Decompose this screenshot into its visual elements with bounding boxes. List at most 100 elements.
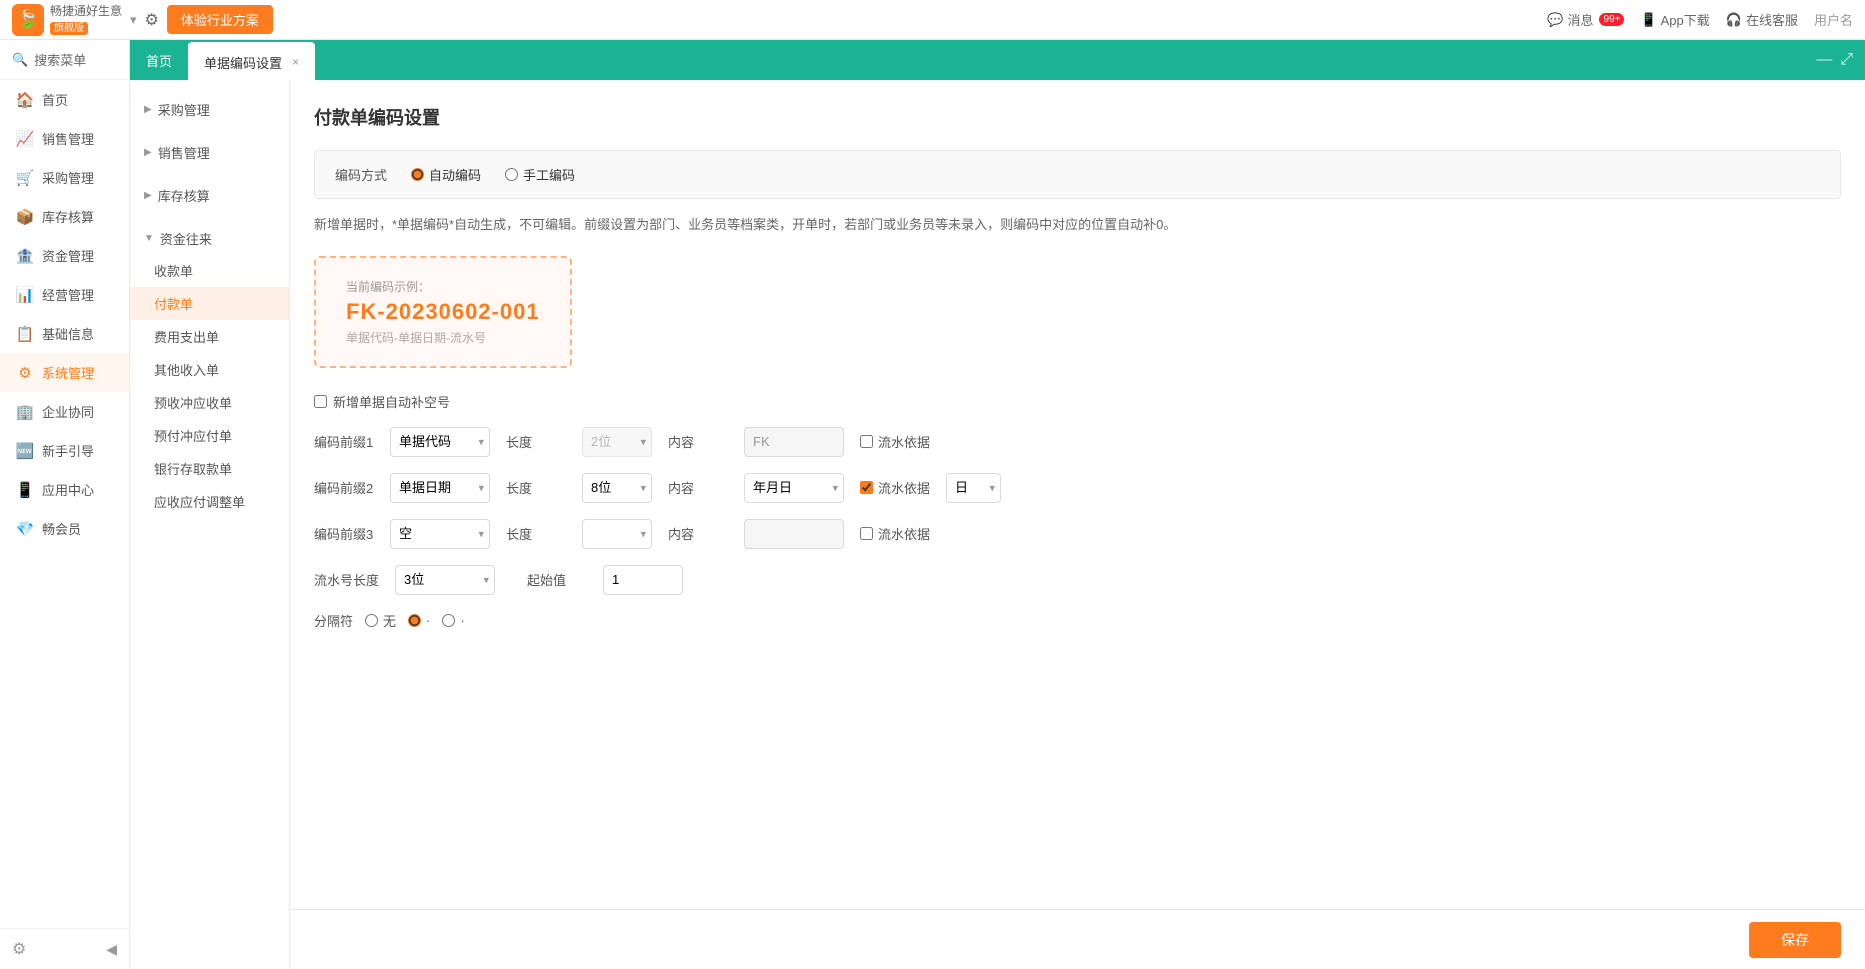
sub-sidebar-item-expense[interactable]: 费用支出单: [130, 320, 289, 353]
sales-icon: 📈: [16, 130, 34, 148]
sidebar-item-inventory[interactable]: 📦 库存核算: [0, 197, 129, 236]
user-info[interactable]: 用户名: [1814, 10, 1853, 29]
sidebar-settings-icon[interactable]: ⚙: [12, 939, 26, 959]
sidebar-item-label: 资金管理: [42, 246, 94, 265]
sidebar-item-basic[interactable]: 📋 基础信息: [0, 314, 129, 353]
separator-row: 分隔符 无 · ·: [314, 611, 1841, 630]
prefix2-select[interactable]: 单据日期 部门 业务员 空: [390, 473, 490, 503]
app-download-item[interactable]: 📱 App下载: [1640, 10, 1709, 29]
online-service-item[interactable]: 🎧 在线客服: [1726, 10, 1798, 29]
content1-input: [744, 427, 844, 457]
prefix1-select-wrapper[interactable]: 单据代码 部门 业务员 空: [390, 427, 490, 457]
sidebar-item-purchase[interactable]: 🛒 采购管理: [0, 158, 129, 197]
len1-label: 长度: [506, 432, 566, 451]
sidebar-item-guide[interactable]: 🆕 新手引导: [0, 431, 129, 470]
sep-none-radio[interactable]: 无: [365, 611, 396, 630]
watermark1-checkbox[interactable]: [860, 435, 873, 448]
content3-input[interactable]: [744, 519, 844, 549]
auto-fill-checkbox[interactable]: [314, 395, 327, 408]
sub-sidebar-item-advance-payment[interactable]: 预付冲应付单: [130, 419, 289, 452]
sub-sidebar-group-capital-title[interactable]: ▼ 资金往来: [130, 223, 289, 254]
sidebar-item-sales[interactable]: 📈 销售管理: [0, 119, 129, 158]
bottom-bar: 保存: [290, 909, 1865, 969]
sub-sidebar-group-inventory-title[interactable]: ▶ 库存核算: [130, 180, 289, 211]
day-select-wrapper[interactable]: 日 月 年: [946, 473, 1001, 503]
auto-encoding-radio[interactable]: 自动编码: [411, 165, 481, 184]
len3-select-wrapper[interactable]: [582, 519, 652, 549]
prefix3-select-wrapper[interactable]: 空 部门 业务员: [390, 519, 490, 549]
sub-sidebar-item-other-income[interactable]: 其他收入单: [130, 353, 289, 386]
sidebar-collapse-icon[interactable]: ◀: [106, 941, 117, 958]
sidebar-search[interactable]: 🔍 搜索菜单: [0, 40, 129, 80]
settings-icon[interactable]: ⚙: [145, 10, 159, 30]
sidebar-item-home[interactable]: 🏠 首页: [0, 80, 129, 119]
watermark2-checkbox-group: 流水依据: [860, 478, 930, 497]
prefix3-select[interactable]: 空 部门 业务员: [390, 519, 490, 549]
sidebar-item-label: 基础信息: [42, 324, 94, 343]
sep-none-input[interactable]: [365, 614, 378, 627]
sub-sidebar-item-adjustment[interactable]: 应收应付调整单: [130, 485, 289, 518]
arrow-down-icon: ▼: [144, 233, 154, 244]
content2-select-wrapper[interactable]: 年月日 年月 年: [744, 473, 844, 503]
right-panel: 首页 单据编码设置 × — ⤢ ▶ 采购管理: [130, 40, 1865, 969]
sidebar-item-finance[interactable]: 🏦 资金管理: [0, 236, 129, 275]
sidebar-item-operation[interactable]: 📊 经营管理: [0, 275, 129, 314]
tab-home[interactable]: 首页: [130, 40, 188, 80]
sub-sidebar-group-purchase-title[interactable]: ▶ 采购管理: [130, 94, 289, 125]
sep-dash-radio[interactable]: ·: [442, 613, 464, 628]
arrow-right-icon: ▶: [144, 104, 152, 115]
manual-encoding-radio[interactable]: 手工编码: [505, 165, 575, 184]
sub-sidebar-group-inventory: ▶ 库存核算: [130, 174, 289, 217]
topbar: 🍃 畅捷通好生意 旗舰版 ▾ ⚙ 体验行业方案 💬 消息 99+ 📱 App下载…: [0, 0, 1865, 40]
tab-close-icon[interactable]: ×: [292, 55, 299, 69]
basic-icon: 📋: [16, 325, 34, 343]
auto-encoding-input[interactable]: [411, 168, 424, 181]
topbar-right: 💬 消息 99+ 📱 App下载 🎧 在线客服 用户名: [1547, 10, 1853, 29]
sep-dash-label: ·: [460, 613, 464, 628]
auto-label: 自动编码: [429, 165, 481, 184]
sub-sidebar-item-receipt[interactable]: 收款单: [130, 254, 289, 287]
sidebar-item-enterprise[interactable]: 🏢 企业协同: [0, 392, 129, 431]
sub-sidebar-item-payment[interactable]: 付款单: [130, 287, 289, 320]
len1-select[interactable]: 2位: [582, 427, 652, 457]
len3-select[interactable]: [582, 519, 652, 549]
sub-sidebar-item-advance-receipt[interactable]: 预收冲应收单: [130, 386, 289, 419]
tab-maximize-icon[interactable]: ⤢: [1840, 51, 1853, 69]
tab-bar-right: — ⤢: [1816, 51, 1865, 69]
serial-select-wrapper[interactable]: 3位 4位 5位 6位: [395, 565, 495, 595]
watermark2-checkbox[interactable]: [860, 481, 873, 494]
sidebar-item-vip[interactable]: 💎 畅会员: [0, 509, 129, 548]
group-title: 资金往来: [160, 229, 212, 248]
prefix2-select-wrapper[interactable]: 单据日期 部门 业务员 空: [390, 473, 490, 503]
sidebar: 🔍 搜索菜单 🏠 首页 📈 销售管理 🛒 采购管理 📦 库存: [0, 40, 130, 969]
len2-select[interactable]: 8位 6位 4位: [582, 473, 652, 503]
day-select[interactable]: 日 月 年: [946, 473, 1001, 503]
sub-sidebar-item-bank[interactable]: 银行存取款单: [130, 452, 289, 485]
sub-sidebar-group-sales-title[interactable]: ▶ 销售管理: [130, 137, 289, 168]
manual-encoding-input[interactable]: [505, 168, 518, 181]
len2-select-wrapper[interactable]: 8位 6位 4位: [582, 473, 652, 503]
save-button[interactable]: 保存: [1749, 922, 1841, 958]
manual-label: 手工编码: [523, 165, 575, 184]
trial-button[interactable]: 体验行业方案: [167, 5, 273, 34]
prefix1-select[interactable]: 单据代码 部门 业务员 空: [390, 427, 490, 457]
home-icon: 🏠: [16, 91, 34, 109]
info-text: 新增单据时，*单据编码*自动生成，不可编辑。前缀设置为部门、业务员等档案类，开单…: [314, 215, 1841, 236]
sidebar-item-appstore[interactable]: 📱 应用中心: [0, 470, 129, 509]
watermark3-checkbox[interactable]: [860, 527, 873, 540]
message-item[interactable]: 💬 消息 99+: [1547, 10, 1624, 29]
message-icon: 💬: [1547, 12, 1563, 28]
start-input[interactable]: [603, 565, 683, 595]
len1-select-wrapper[interactable]: 2位: [582, 427, 652, 457]
tab-minimize-icon[interactable]: —: [1816, 51, 1832, 69]
sep-dot-radio[interactable]: ·: [408, 613, 430, 628]
sidebar-item-system[interactable]: ⚙ 系统管理: [0, 353, 129, 392]
serial-select[interactable]: 3位 4位 5位 6位: [395, 565, 495, 595]
sep-dot-input[interactable]: [408, 614, 421, 627]
sep-dash-input[interactable]: [442, 614, 455, 627]
nav-arrow-icon[interactable]: ▾: [130, 12, 137, 28]
tab-current[interactable]: 单据编码设置 ×: [188, 42, 315, 82]
content2-select[interactable]: 年月日 年月 年: [744, 473, 844, 503]
tab-bar: 首页 单据编码设置 × — ⤢: [130, 40, 1865, 80]
topbar-nav: ▾ ⚙: [130, 10, 159, 30]
